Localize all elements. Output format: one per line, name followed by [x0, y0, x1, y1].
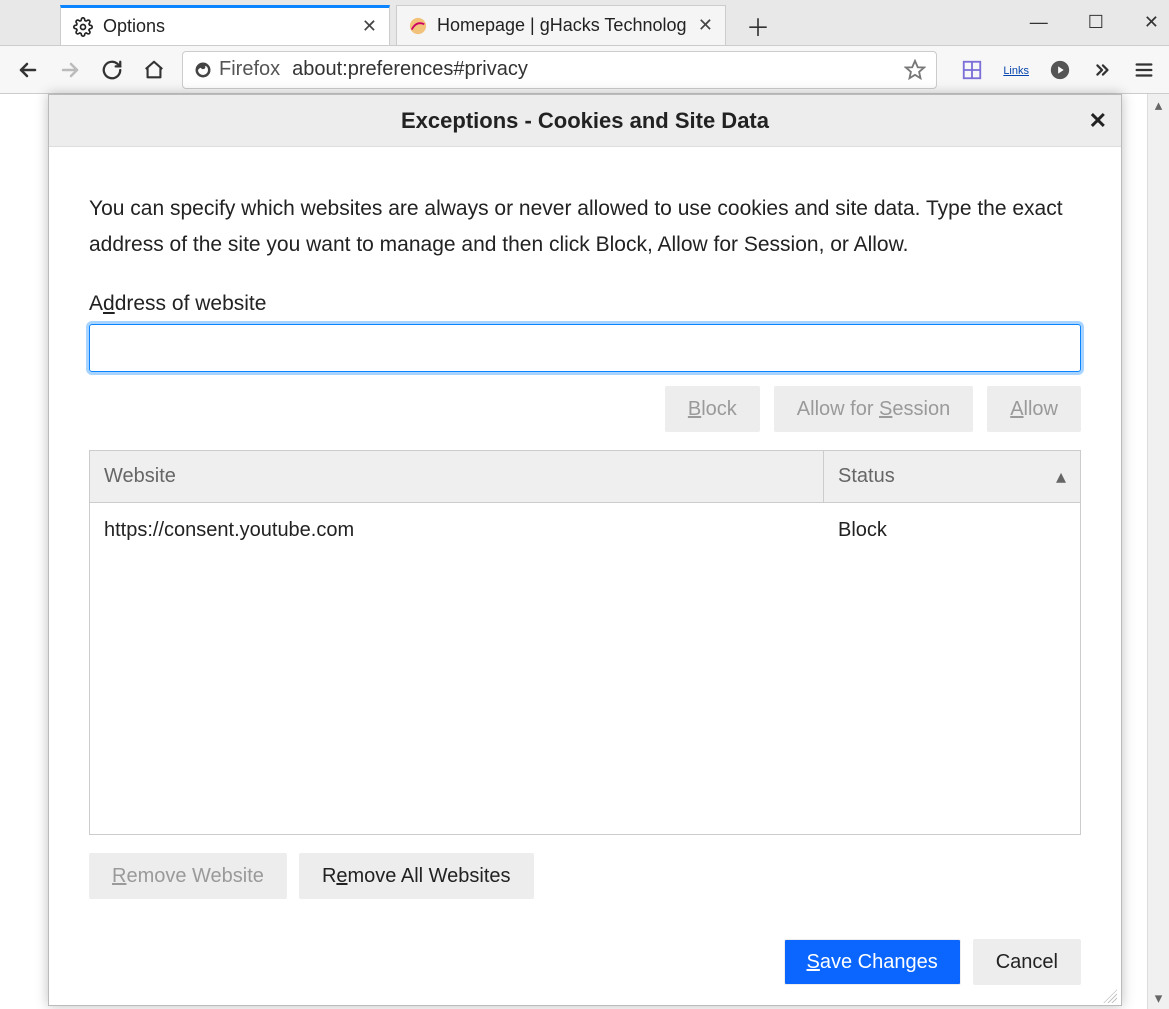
url-text: about:preferences#privacy — [292, 58, 892, 81]
permission-buttons: Block Allow for Session Allow — [89, 386, 1081, 432]
back-button[interactable] — [14, 56, 42, 84]
dialog-title: Exceptions - Cookies and Site Data — [401, 108, 769, 134]
minimize-icon[interactable]: — — [1030, 12, 1048, 33]
tabs-row: Options ✕ Homepage | gHacks Technolog ✕ … — [0, 0, 1030, 45]
remove-website-button[interactable]: Remove Website — [89, 853, 287, 899]
favicon-icon — [409, 17, 427, 35]
dialog-body: You can specify which websites are alway… — [49, 147, 1121, 1005]
remove-all-button[interactable]: Remove All Websites — [299, 853, 534, 899]
table-row[interactable]: https://consent.youtube.com Block — [90, 503, 1080, 557]
table-header: Website Status ▴ — [90, 451, 1080, 503]
dialog-actions: Save Changes Cancel — [89, 939, 1081, 985]
close-window-icon[interactable]: ✕ — [1144, 12, 1159, 33]
allow-session-button[interactable]: Allow for Session — [774, 386, 973, 432]
pocket-play-icon[interactable] — [1049, 59, 1071, 81]
tab-options[interactable]: Options ✕ — [60, 5, 390, 45]
home-button[interactable] — [140, 56, 168, 84]
tab-ghacks[interactable]: Homepage | gHacks Technolog ✕ — [396, 5, 726, 45]
scroll-up-icon[interactable]: ▴ — [1148, 94, 1169, 116]
titlebar: Options ✕ Homepage | gHacks Technolog ✕ … — [0, 0, 1169, 46]
maximize-icon[interactable]: ☐ — [1088, 12, 1104, 33]
window-controls: — ☐ ✕ — [1030, 0, 1169, 45]
block-button[interactable]: Block — [665, 386, 760, 432]
dialog-description: You can specify which websites are alway… — [89, 191, 1081, 262]
gear-icon — [73, 17, 93, 37]
tab-label: Homepage | gHacks Technolog — [437, 15, 688, 36]
sort-asc-icon: ▴ — [1056, 464, 1066, 489]
panel-grid-icon[interactable] — [961, 59, 983, 81]
address-input[interactable] — [89, 324, 1081, 372]
new-tab-button[interactable]: ＋ — [740, 7, 776, 43]
navbar: Firefox about:preferences#privacy Links — [0, 46, 1169, 94]
scrollbar[interactable]: ▴ ▾ — [1147, 94, 1169, 1009]
bookmark-star-icon[interactable] — [904, 59, 926, 81]
allow-button[interactable]: Allow — [987, 386, 1081, 432]
cancel-button[interactable]: Cancel — [973, 939, 1081, 985]
exceptions-dialog: Exceptions - Cookies and Site Data ✕ You… — [48, 94, 1122, 1006]
cell-status: Block — [824, 519, 1080, 542]
links-button[interactable]: Links — [1003, 61, 1029, 78]
identity-label: Firefox — [219, 58, 280, 81]
close-icon[interactable]: ✕ — [698, 15, 713, 36]
dialog-header: Exceptions - Cookies and Site Data ✕ — [49, 95, 1121, 147]
toolbar-right: Links — [951, 59, 1155, 81]
cell-website: https://consent.youtube.com — [90, 519, 824, 542]
reload-button[interactable] — [98, 56, 126, 84]
scroll-down-icon[interactable]: ▾ — [1148, 987, 1169, 1009]
exceptions-table: Website Status ▴ https://consent.youtube… — [89, 450, 1081, 835]
overflow-icon[interactable] — [1091, 59, 1113, 81]
remove-buttons: Remove Website Remove All Websites — [89, 853, 1081, 899]
close-icon[interactable]: ✕ — [362, 16, 377, 37]
col-status-header[interactable]: Status ▴ — [824, 451, 1080, 502]
resize-grip-icon[interactable] — [1103, 989, 1117, 1003]
col-website-header[interactable]: Website — [90, 451, 824, 502]
identity-box[interactable]: Firefox — [193, 58, 280, 81]
forward-button[interactable] — [56, 56, 84, 84]
firefox-icon — [193, 60, 213, 80]
address-label: Address of website — [89, 292, 1081, 316]
save-button[interactable]: Save Changes — [784, 939, 961, 985]
menu-icon[interactable] — [1133, 59, 1155, 81]
url-bar[interactable]: Firefox about:preferences#privacy — [182, 51, 937, 89]
dialog-close-icon[interactable]: ✕ — [1089, 108, 1107, 134]
tab-label: Options — [103, 16, 352, 37]
